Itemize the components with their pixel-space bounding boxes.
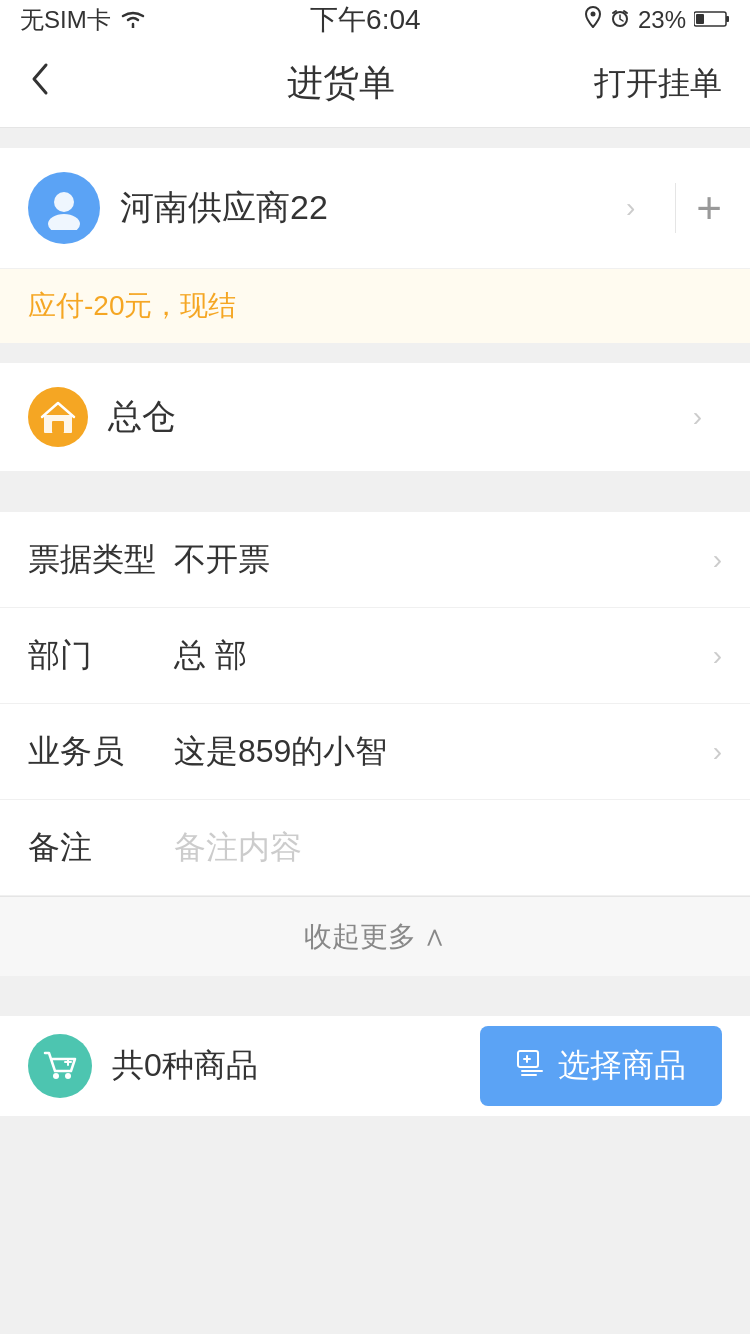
section-gap-3 [0, 472, 750, 492]
cart-icon-wrap [28, 1034, 92, 1098]
svg-point-9 [53, 1073, 59, 1079]
section-gap-1 [0, 128, 750, 148]
bottom-section: 共0种商品 选择商品 [0, 1016, 750, 1116]
status-right: 23% [584, 6, 730, 34]
dept-label: 部门 [28, 634, 158, 678]
warehouse-section: 总仓 › [0, 363, 750, 472]
ticket-type-row[interactable]: 票据类型 不开票 › [0, 512, 750, 608]
open-pending-button[interactable]: 打开挂单 [594, 62, 722, 106]
battery-label: 23% [638, 6, 686, 34]
nav-bar: 进货单 打开挂单 [0, 40, 750, 128]
select-product-button[interactable]: 选择商品 [480, 1026, 722, 1106]
notice-text: 应付-20元，现结 [28, 290, 236, 321]
svg-point-10 [65, 1073, 71, 1079]
warehouse-icon [28, 387, 88, 447]
svg-point-0 [590, 12, 595, 17]
dept-chevron-icon: › [713, 640, 722, 672]
form-section: 票据类型 不开票 › 部门 总 部 › 业务员 这是859的小智 › 备注 备注… [0, 512, 750, 976]
dept-row[interactable]: 部门 总 部 › [0, 608, 750, 704]
supplier-divider [675, 183, 676, 233]
product-count: 共0种商品 [112, 1044, 480, 1088]
supplier-section: 河南供应商22 › + 应付-20元，现结 [0, 148, 750, 343]
ticket-value: 不开票 [158, 538, 713, 582]
network-label: 无SIM卡 [20, 4, 111, 36]
wifi-icon [119, 6, 147, 34]
location-icon [584, 6, 602, 34]
supplier-chevron-icon: › [626, 192, 635, 224]
collapse-button[interactable]: 收起更多 ∧ [0, 896, 750, 976]
salesman-label: 业务员 [28, 730, 158, 774]
warehouse-row[interactable]: 总仓 › [0, 363, 750, 472]
status-bar: 无SIM卡 下午6:04 [0, 0, 750, 40]
supplier-row[interactable]: 河南供应商22 › + [0, 148, 750, 269]
salesman-row[interactable]: 业务员 这是859的小智 › [0, 704, 750, 800]
warehouse-name: 总仓 [108, 394, 693, 440]
dept-value: 总 部 [158, 634, 713, 678]
ticket-label: 票据类型 [28, 538, 158, 582]
svg-rect-8 [52, 421, 64, 433]
status-left: 无SIM卡 [20, 4, 147, 36]
supplier-name: 河南供应商22 [120, 185, 626, 231]
alarm-icon [610, 6, 630, 34]
svg-rect-4 [696, 14, 704, 24]
notice-bar: 应付-20元，现结 [0, 269, 750, 343]
ticket-chevron-icon: › [713, 544, 722, 576]
svg-point-6 [48, 214, 80, 230]
collapse-label: 收起更多 ∧ [304, 918, 447, 956]
status-time: 下午6:04 [310, 1, 421, 39]
warehouse-chevron-icon: › [693, 401, 702, 433]
svg-rect-3 [726, 16, 729, 22]
salesman-value: 这是859的小智 [158, 730, 713, 774]
back-button[interactable] [28, 59, 88, 108]
note-label: 备注 [28, 826, 158, 870]
page-title: 进货单 [287, 59, 395, 108]
supplier-avatar [28, 172, 100, 244]
note-input[interactable]: 备注内容 [158, 826, 722, 870]
section-gap-2 [0, 343, 750, 363]
battery-icon [694, 6, 730, 34]
note-row[interactable]: 备注 备注内容 [0, 800, 750, 896]
section-gap-4 [0, 976, 750, 996]
add-supplier-button[interactable]: + [696, 186, 722, 230]
salesman-chevron-icon: › [713, 736, 722, 768]
select-product-icon [516, 1048, 548, 1085]
select-product-label: 选择商品 [558, 1044, 686, 1088]
svg-point-5 [54, 192, 74, 212]
